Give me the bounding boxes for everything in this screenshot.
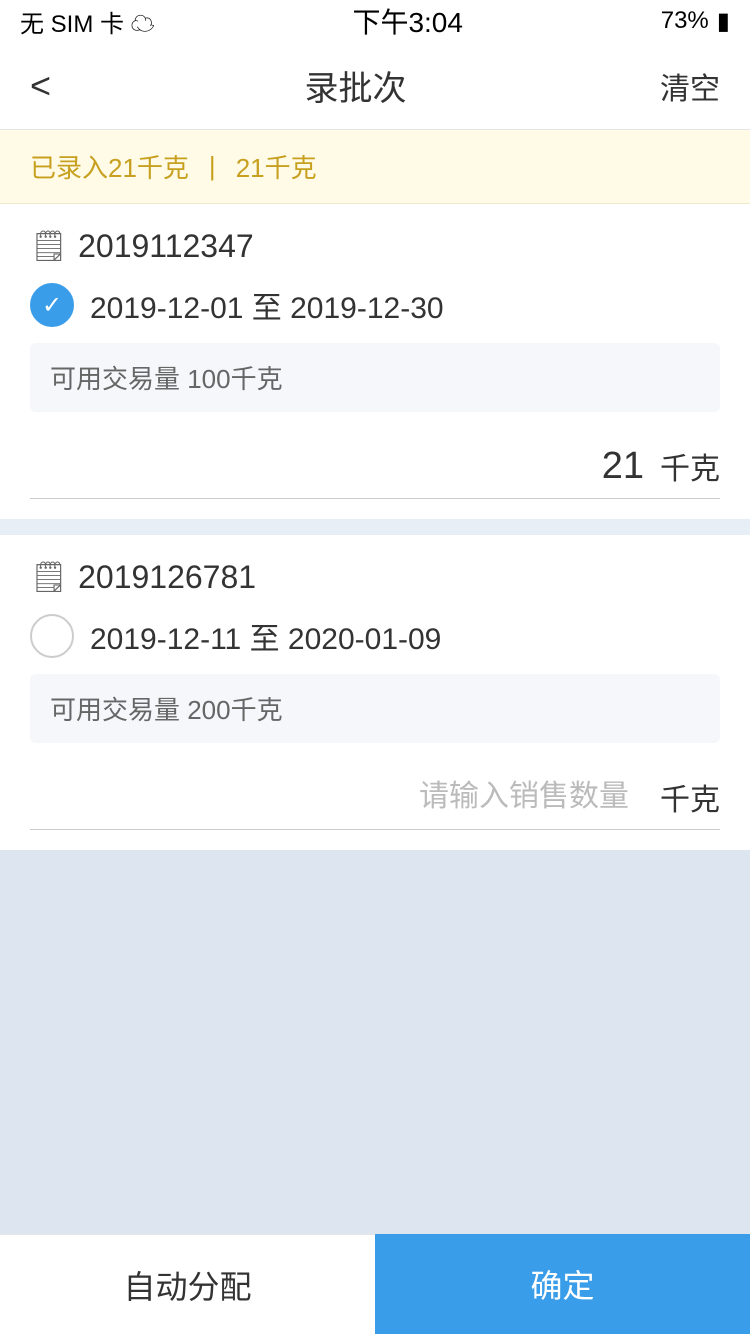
batch1-header: 🗒 2019112347 <box>0 204 750 275</box>
batch1-underline <box>30 498 720 499</box>
page-title: 录批次 <box>305 61 407 110</box>
status-right: 73% ▮ <box>661 7 730 36</box>
batch2-radio[interactable] <box>30 614 74 658</box>
bottom-bar: 自动分配 确定 <box>0 1234 750 1334</box>
auto-distribute-label: 自动分配 <box>123 1262 251 1308</box>
status-bar: 无 SIM 卡 ☁ 下午3:04 73% ▮ <box>0 0 750 42</box>
batch1-icon: 🗒 <box>30 229 68 264</box>
divider: | <box>209 151 216 182</box>
batch1-select-row[interactable]: ✓ 2019-12-01 至 2019-12-30 <box>0 275 750 335</box>
batch1-qty-row: 21 千克 <box>0 428 750 488</box>
auto-distribute-button[interactable]: 自动分配 <box>0 1234 375 1334</box>
batch2-date-range: 2019-12-11 至 2020-01-09 <box>90 614 441 658</box>
batch2-id: 2019126781 <box>78 559 256 596</box>
confirm-button[interactable]: 确定 <box>375 1234 750 1334</box>
info-banner: 已录入21千克 | 21千克 <box>0 130 750 204</box>
battery-icon: ▮ <box>717 7 730 36</box>
clear-button[interactable]: 清空 <box>660 64 720 108</box>
batch1-qty-value: 21 <box>602 445 644 488</box>
batch1-date-range: 2019-12-01 至 2019-12-30 <box>90 283 444 327</box>
batch2-card: 🗒 2019126781 2019-12-11 至 2020-01-09 可用交… <box>0 535 750 850</box>
batch2-qty-input[interactable] <box>30 780 644 814</box>
sim-text: 无 SIM 卡 ☁ <box>20 4 155 39</box>
batch1-card: 🗒 2019112347 ✓ 2019-12-01 至 2019-12-30 可… <box>0 204 750 519</box>
content-area: 🗒 2019112347 ✓ 2019-12-01 至 2019-12-30 可… <box>0 204 750 1334</box>
recorded-label: 已录入21千克 <box>30 148 189 185</box>
batch1-id: 2019112347 <box>78 228 254 265</box>
empty-area <box>0 850 750 1234</box>
status-time: 下午3:04 <box>352 1 463 41</box>
total-value: 21千克 <box>236 148 317 185</box>
batch2-input-row[interactable]: 千克 <box>0 759 750 819</box>
status-left: 无 SIM 卡 ☁ <box>20 4 155 39</box>
check-icon: ✓ <box>42 291 62 320</box>
batch1-radio[interactable]: ✓ <box>30 283 74 327</box>
batch2-unit: 千克 <box>660 775 720 819</box>
batch2-avail: 可用交易量 200千克 <box>30 674 720 743</box>
back-button[interactable]: < <box>30 65 51 107</box>
batch2-header: 🗒 2019126781 <box>0 535 750 606</box>
nav-bar: < 录批次 清空 <box>0 42 750 130</box>
batch1-qty-unit: 千克 <box>660 444 720 488</box>
batch2-icon: 🗒 <box>30 560 68 595</box>
section-separator <box>0 519 750 535</box>
batch2-underline <box>30 829 720 830</box>
batch1-avail: 可用交易量 100千克 <box>30 343 720 412</box>
batch2-select-row[interactable]: 2019-12-11 至 2020-01-09 <box>0 606 750 666</box>
battery-text: 73% <box>661 7 709 35</box>
confirm-label: 确定 <box>530 1261 594 1307</box>
back-icon: < <box>30 65 51 106</box>
